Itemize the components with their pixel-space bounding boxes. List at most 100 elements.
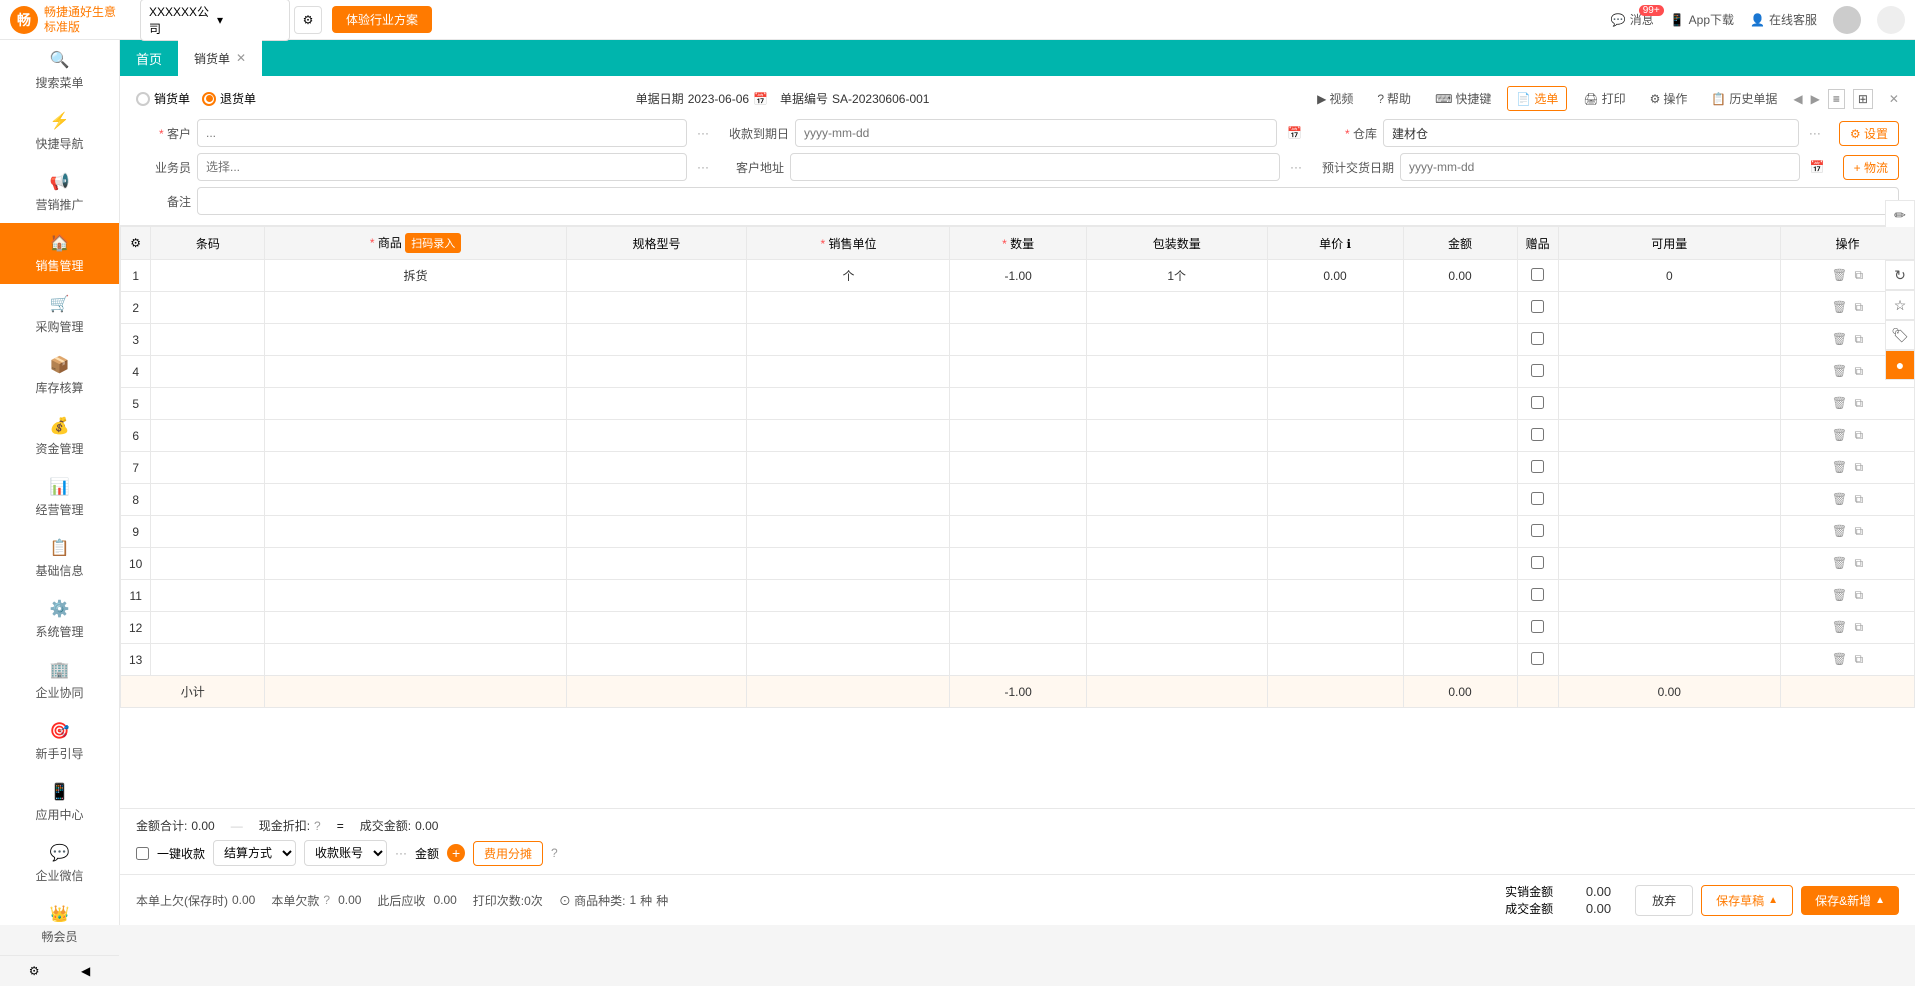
copy-icon[interactable]: ⧉ [1855, 364, 1864, 378]
delete-icon[interactable]: 🗑 [1832, 428, 1847, 442]
row-gift[interactable] [1517, 548, 1558, 580]
company-selector[interactable]: XXXXXX公司 ▾ [140, 0, 290, 41]
delete-icon[interactable]: 🗑 [1832, 588, 1847, 602]
delete-icon[interactable]: 🗑 [1832, 300, 1847, 314]
discount-help-icon[interactable]: ? [314, 819, 321, 833]
copy-icon[interactable]: ⧉ [1855, 524, 1864, 538]
delete-icon[interactable]: 🗑 [1832, 460, 1847, 474]
row-unit[interactable] [747, 292, 950, 324]
copy-icon[interactable]: ⧉ [1855, 428, 1864, 442]
sidebar-item-system[interactable]: ⚙️ 系统管理 [0, 589, 119, 650]
row-spec[interactable] [566, 548, 747, 580]
row-unit-price[interactable] [1267, 580, 1403, 612]
float-btn-tag[interactable]: 🏷 [1885, 320, 1915, 350]
row-unit[interactable] [747, 452, 950, 484]
row-pkg-qty[interactable] [1086, 516, 1267, 548]
row-spec[interactable] [566, 292, 747, 324]
sidebar-item-wechat[interactable]: 💬 企业微信 [0, 833, 119, 894]
delete-icon[interactable]: 🗑 [1832, 364, 1847, 378]
delete-icon[interactable]: 🗑 [1832, 332, 1847, 346]
row-product[interactable] [265, 388, 566, 420]
row-barcode[interactable] [151, 260, 265, 292]
radio-sales[interactable]: 销货单 [136, 90, 190, 107]
row-product[interactable] [265, 548, 566, 580]
row-spec[interactable] [566, 260, 747, 292]
delete-icon[interactable]: 🗑 [1832, 524, 1847, 538]
delete-icon[interactable]: 🗑 [1832, 492, 1847, 506]
row-pkg-qty[interactable] [1086, 612, 1267, 644]
row-unit-price[interactable] [1267, 388, 1403, 420]
row-pkg-qty[interactable] [1086, 356, 1267, 388]
row-unit-price[interactable] [1267, 324, 1403, 356]
print-btn[interactable]: 🖨 打印 [1575, 87, 1633, 110]
row-unit[interactable] [747, 356, 950, 388]
row-barcode[interactable] [151, 548, 265, 580]
sidebar-item-shortcut[interactable]: ⚡ 快捷导航 [0, 101, 119, 162]
row-product[interactable]: 拆货 [265, 260, 566, 292]
row-qty[interactable] [950, 484, 1086, 516]
delete-icon[interactable]: 🗑 [1832, 620, 1847, 634]
discard-button[interactable]: 放弃 [1635, 885, 1693, 916]
row-unit-price[interactable] [1267, 516, 1403, 548]
customer-input[interactable] [197, 119, 687, 147]
row-gift[interactable] [1517, 260, 1558, 292]
sidebar-item-search[interactable]: 🔍 搜索菜单 [0, 40, 119, 101]
row-qty[interactable] [950, 292, 1086, 324]
float-btn-orange[interactable]: ● [1885, 350, 1915, 380]
row-unit-price[interactable] [1267, 548, 1403, 580]
sidebar-item-sales[interactable]: 🏠 销售管理 [0, 223, 119, 284]
row-unit-price[interactable] [1267, 612, 1403, 644]
row-amount[interactable] [1403, 612, 1517, 644]
row-unit[interactable] [747, 420, 950, 452]
copy-icon[interactable]: ⧉ [1855, 300, 1864, 314]
row-unit-price[interactable] [1267, 644, 1403, 676]
row-barcode[interactable] [151, 292, 265, 324]
delete-icon[interactable]: 🗑 [1832, 652, 1847, 666]
row-spec[interactable] [566, 452, 747, 484]
grid-view-icon[interactable]: ⊞ [1853, 89, 1873, 109]
sidebar-item-purchase[interactable]: 🛒 采购管理 [0, 284, 119, 345]
row-spec[interactable] [566, 324, 747, 356]
scan-barcode-button[interactable]: 扫码录入 [405, 233, 461, 253]
row-barcode[interactable] [151, 644, 265, 676]
copy-icon[interactable]: ⧉ [1855, 652, 1864, 666]
copy-icon[interactable]: ⧉ [1855, 620, 1864, 634]
row-gift[interactable] [1517, 324, 1558, 356]
list-view-icon[interactable]: ≡ [1828, 89, 1845, 109]
row-unit[interactable] [747, 580, 950, 612]
account-select[interactable]: 收款账号 [304, 840, 387, 866]
row-amount[interactable] [1403, 580, 1517, 612]
row-product[interactable] [265, 324, 566, 356]
row-amount[interactable] [1403, 388, 1517, 420]
warehouse-more-btn[interactable]: ··· [1805, 126, 1825, 140]
settings-bottom-icon[interactable]: ⚙ [29, 964, 40, 978]
row-product[interactable] [265, 420, 566, 452]
user-avatar[interactable] [1833, 6, 1861, 34]
row-qty[interactable] [950, 612, 1086, 644]
history-btn[interactable]: 📋 历史单据 [1703, 87, 1785, 110]
row-qty[interactable] [950, 452, 1086, 484]
row-barcode[interactable] [151, 324, 265, 356]
row-gift[interactable] [1517, 292, 1558, 324]
choose-btn[interactable]: 📄 选单 [1507, 86, 1567, 111]
copy-icon[interactable]: ⧉ [1855, 460, 1864, 474]
trial-button[interactable]: 体验行业方案 [332, 6, 432, 33]
row-pkg-qty[interactable] [1086, 484, 1267, 516]
copy-icon[interactable]: ⧉ [1855, 588, 1864, 602]
video-btn[interactable]: ▶ 视频 [1309, 87, 1361, 110]
row-unit[interactable]: 个 [747, 260, 950, 292]
row-amount[interactable] [1403, 324, 1517, 356]
row-gift[interactable] [1517, 484, 1558, 516]
row-barcode[interactable] [151, 484, 265, 516]
row-pkg-qty[interactable] [1086, 580, 1267, 612]
row-barcode[interactable] [151, 356, 265, 388]
row-barcode[interactable] [151, 612, 265, 644]
warehouse-input[interactable] [1383, 119, 1799, 147]
row-spec[interactable] [566, 580, 747, 612]
row-qty[interactable]: -1.00 [950, 260, 1086, 292]
row-qty[interactable] [950, 548, 1086, 580]
row-gift[interactable] [1517, 420, 1558, 452]
row-barcode[interactable] [151, 580, 265, 612]
row-pkg-qty[interactable] [1086, 548, 1267, 580]
row-product[interactable] [265, 292, 566, 324]
